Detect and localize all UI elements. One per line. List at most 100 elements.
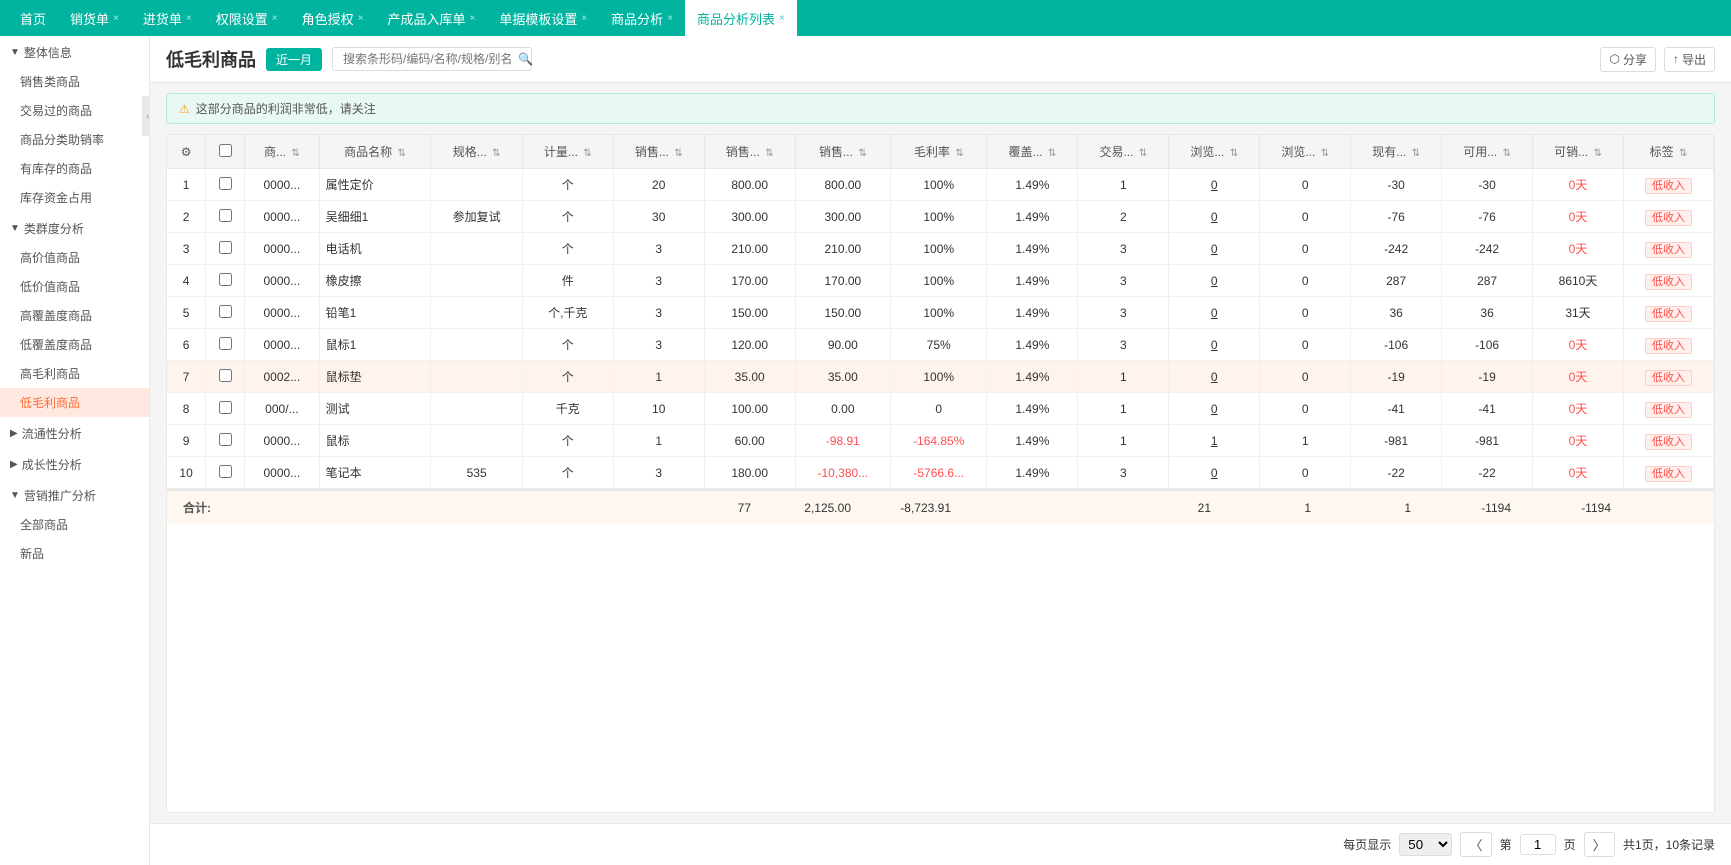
nav-product-analysis[interactable]: 商品分析 × [599,0,685,36]
sidebar-group-growth[interactable]: ▶ 成长性分析 [0,448,149,479]
col-browse1[interactable]: 浏览... ⇅ [1169,135,1260,169]
row-select-checkbox[interactable] [219,209,232,222]
row-select-checkbox[interactable] [219,369,232,382]
row-select-checkbox[interactable] [219,433,232,446]
date-filter-button[interactable]: 近一月 [266,48,322,71]
row-browse1[interactable]: 0 [1169,233,1260,265]
page-number-input[interactable] [1520,834,1556,855]
col-unit[interactable]: 计量... ⇅ [522,135,613,169]
row-coverage: 1.49% [987,265,1078,297]
nav-role-auth[interactable]: 角色授权 × [290,0,376,36]
close-product-analysis-icon[interactable]: × [667,13,673,24]
row-unit: 个 [522,457,613,489]
close-permissions-icon[interactable]: × [272,13,278,24]
row-checkbox[interactable] [206,201,245,233]
sidebar-item-stocked-products[interactable]: 有库存的商品 [0,154,149,183]
row-browse1[interactable]: 0 [1169,297,1260,329]
sidebar-item-low-value[interactable]: 低价值商品 [0,272,149,301]
col-saleable[interactable]: 可销... ⇅ [1533,135,1624,169]
sidebar-group-cluster[interactable]: ▼ 类群度分析 [0,212,149,243]
close-product-inbound-icon[interactable]: × [469,13,475,24]
col-trade[interactable]: 交易... ⇅ [1078,135,1169,169]
col-sales-price[interactable]: 销售... ⇅ [704,135,795,169]
row-select-checkbox[interactable] [219,241,232,254]
sidebar-item-low-coverage[interactable]: 低覆盖度商品 [0,330,149,359]
col-available[interactable]: 可用... ⇅ [1442,135,1533,169]
export-button[interactable]: ↑ 导出 [1664,47,1715,72]
sidebar-item-stock-capital[interactable]: 库存资金占用 [0,183,149,212]
sidebar-item-category-rate[interactable]: 商品分类助销率 [0,125,149,154]
sidebar-item-high-coverage[interactable]: 高覆盖度商品 [0,301,149,330]
col-checkbox[interactable] [206,135,245,169]
nav-template-settings[interactable]: 单据模板设置 × [487,0,599,36]
row-code: 0000... [245,329,319,361]
search-input[interactable] [332,47,532,71]
row-checkbox[interactable] [206,457,245,489]
col-settings[interactable]: ⚙ [167,135,206,169]
per-page-select[interactable]: 50 100 200 [1399,833,1452,856]
col-browse2[interactable]: 浏览... ⇅ [1260,135,1351,169]
row-checkbox[interactable] [206,329,245,361]
search-icon[interactable]: 🔍 [518,52,533,66]
close-product-analysis-list-icon[interactable]: × [779,13,785,24]
col-current[interactable]: 现有... ⇅ [1351,135,1442,169]
row-select-checkbox[interactable] [219,177,232,190]
sidebar-group-overall[interactable]: ▼ 整体信息 [0,36,149,67]
close-purchase-order-icon[interactable]: × [186,13,192,24]
row-browse1[interactable]: 0 [1169,169,1260,201]
nav-home[interactable]: 首页 [8,0,58,36]
row-checkbox[interactable] [206,393,245,425]
col-coverage[interactable]: 覆盖... ⇅ [987,135,1078,169]
row-checkbox[interactable] [206,361,245,393]
row-browse1[interactable]: 0 [1169,265,1260,297]
nav-product-analysis-list[interactable]: 商品分析列表 × [685,0,797,36]
close-role-auth-icon[interactable]: × [358,13,364,24]
sidebar-item-new-products[interactable]: 新品 [0,539,149,568]
col-name[interactable]: 商品名称 ⇅ [319,135,431,169]
col-gross-margin[interactable]: 毛利率 ⇅ [891,135,987,169]
row-select-checkbox[interactable] [219,273,232,286]
col-tag[interactable]: 标签 ⇅ [1623,135,1713,169]
row-name: 鼠标 [319,425,431,457]
nav-sales-order[interactable]: 销货单 × [58,0,131,36]
row-browse1[interactable]: 0 [1169,329,1260,361]
sidebar-item-high-margin[interactable]: 高毛利商品 [0,359,149,388]
nav-product-inbound[interactable]: 产成品入库单 × [375,0,487,36]
tag-badge: 低收入 [1645,402,1692,418]
sidebar-item-high-value[interactable]: 高价值商品 [0,243,149,272]
close-template-settings-icon[interactable]: × [581,13,587,24]
row-select-checkbox[interactable] [219,401,232,414]
col-sales-count[interactable]: 销售... ⇅ [613,135,704,169]
row-browse1[interactable]: 0 [1169,457,1260,489]
select-all-checkbox[interactable] [219,144,232,157]
row-browse1[interactable]: 0 [1169,361,1260,393]
nav-purchase-order[interactable]: 进货单 × [131,0,204,36]
sidebar-item-traded-products[interactable]: 交易过的商品 [0,96,149,125]
row-checkbox[interactable] [206,297,245,329]
nav-permissions[interactable]: 权限设置 × [204,0,290,36]
row-select-checkbox[interactable] [219,305,232,318]
col-spec[interactable]: 规格... ⇅ [431,135,522,169]
row-checkbox[interactable] [206,425,245,457]
col-sales-amount[interactable]: 销售... ⇅ [795,135,890,169]
sidebar-item-low-margin[interactable]: 低毛利商品 [0,388,149,417]
col-code[interactable]: 商... ⇅ [245,135,319,169]
row-browse1[interactable]: 0 [1169,201,1260,233]
next-page-button[interactable]: 〉 [1584,832,1615,857]
share-button[interactable]: ⬡ 分享 [1600,47,1656,72]
row-checkbox[interactable] [206,233,245,265]
row-browse1[interactable]: 1 [1169,425,1260,457]
sidebar-group-circulation[interactable]: ▶ 流通性分析 [0,417,149,448]
sidebar-collapse-button[interactable]: « [142,96,150,136]
close-sales-order-icon[interactable]: × [113,13,119,24]
sidebar-item-sales-products[interactable]: 销售类商品 [0,67,149,96]
row-checkbox[interactable] [206,169,245,201]
row-browse1[interactable]: 0 [1169,393,1260,425]
row-sales-amount: 90.00 [795,329,890,361]
sidebar-group-marketing[interactable]: ▼ 营销推广分析 [0,479,149,510]
row-select-checkbox[interactable] [219,465,232,478]
row-checkbox[interactable] [206,265,245,297]
sidebar-item-all-products[interactable]: 全部商品 [0,510,149,539]
prev-page-button[interactable]: 〈 [1460,832,1491,857]
row-select-checkbox[interactable] [219,337,232,350]
